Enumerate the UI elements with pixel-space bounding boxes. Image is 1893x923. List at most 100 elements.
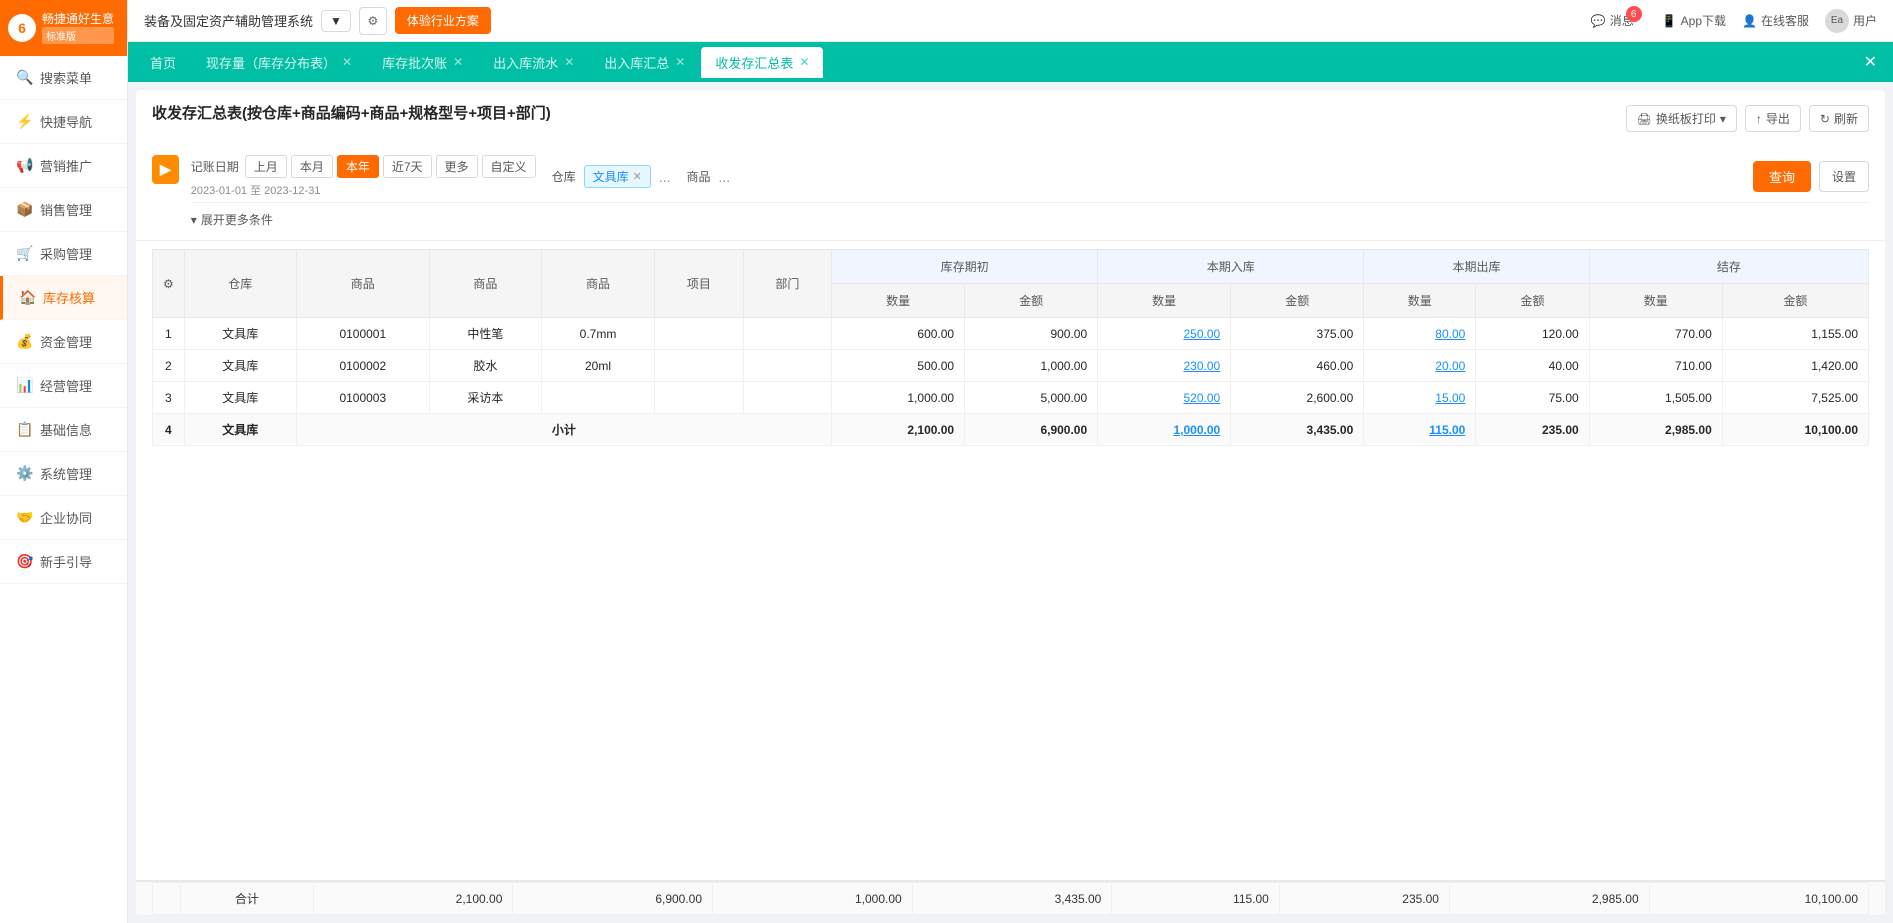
sidebar-item-label: 企业协同 (40, 508, 92, 527)
goods-filter: 商品 ... (686, 168, 730, 185)
total-closing-amt: 10,100.00 (1649, 883, 1868, 915)
table-row: 3 文具库 0100003 采访本 1,000.00 5,000.00 520.… (153, 382, 1869, 414)
page-container: 收发存汇总表(按仓库+商品编码+商品+规格型号+项目+部门) 🖨 换纸板打印 ▾… (136, 90, 1885, 915)
settings-button[interactable]: ⚙ (359, 7, 387, 35)
chevron-down-icon: ▾ (191, 213, 197, 227)
sidebar-item-system[interactable]: ⚙️ 系统管理 (0, 452, 127, 496)
total-out-amt: 235.00 (1279, 883, 1449, 915)
user-profile[interactable]: Ea 用户 (1825, 9, 1877, 33)
col-settings-header[interactable]: ⚙ (153, 250, 185, 318)
print-icon: 🖨 (1637, 112, 1652, 126)
tab-recv-send-summary[interactable]: 收发存汇总表 ✕ (701, 47, 823, 78)
sidebar-item-label: 营销推广 (40, 156, 92, 175)
tab-close-icon[interactable]: ✕ (453, 55, 463, 69)
tab-close-icon[interactable]: ✕ (675, 55, 685, 69)
tab-close-icon[interactable]: ✕ (342, 55, 352, 69)
refresh-button[interactable]: ↻ 刷新 (1809, 105, 1869, 132)
col-goodsspec-header: 商品 (541, 250, 654, 318)
collapse-button[interactable]: ▶ (152, 155, 179, 184)
sidebar-item-cooperation[interactable]: 🤝 企业协同 (0, 496, 127, 540)
total-opening-amt: 6,900.00 (513, 883, 713, 915)
sidebar-item-newbie[interactable]: 🎯 新手引导 (0, 540, 127, 584)
tab-close-icon[interactable]: ✕ (799, 55, 809, 69)
col-goodscode-header: 商品 (296, 250, 429, 318)
date-btn-more[interactable]: 更多 (436, 155, 478, 178)
warehouse-tag-close[interactable]: ✕ (633, 170, 642, 183)
print-button[interactable]: 🖨 换纸板打印 ▾ (1626, 105, 1737, 132)
date-btn-7days[interactable]: 近7天 (383, 155, 432, 178)
experience-button[interactable]: 体验行业方案 (395, 7, 491, 34)
col-in-header: 本期入库 (1098, 250, 1364, 284)
tab-home[interactable]: 首页 (136, 47, 190, 78)
col-out-qty-header: 数量 (1364, 284, 1476, 318)
tab-close-icon[interactable]: ✕ (564, 55, 574, 69)
warehouse-label: 仓库 (552, 168, 576, 185)
tab-inout-flow[interactable]: 出入库流水 ✕ (479, 47, 588, 78)
sidebar-item-label: 新手引导 (40, 552, 92, 571)
tab-batch-account[interactable]: 库存批次账 ✕ (368, 47, 477, 78)
col-closing-header: 结存 (1589, 250, 1868, 284)
page-content: 收发存汇总表(按仓库+商品编码+商品+规格型号+项目+部门) 🖨 换纸板打印 ▾… (136, 90, 1885, 915)
goods-ellipsis[interactable]: ... (719, 169, 731, 185)
sidebar-logo: 6 畅捷通好生意 标准版 (0, 0, 127, 56)
subtotal-row: 4 文具库 小计 2,100.00 6,900.00 1,000.00 3,43… (153, 414, 1869, 446)
col-opening-qty-header: 数量 (832, 284, 965, 318)
sidebar-item-inventory[interactable]: 🏠 库存核算 (0, 276, 127, 320)
expand-more-button[interactable]: ▾ 展开更多条件 (191, 202, 1869, 228)
table-row: 2 文具库 0100002 胶水 20ml 500.00 1,000.00 23… (153, 350, 1869, 382)
query-button[interactable]: 查询 (1753, 161, 1811, 192)
sidebar-item-finance[interactable]: 💰 资金管理 (0, 320, 127, 364)
operations-icon: 📊 (16, 377, 32, 394)
sidebar-item-label: 采购管理 (40, 244, 92, 263)
total-in-amt: 3,435.00 (912, 883, 1112, 915)
tab-bar: 首页 现存量（库存分布表） ✕ 库存批次账 ✕ 出入库流水 ✕ 出入库汇总 ✕ … (128, 42, 1893, 82)
sidebar-item-purchase[interactable]: 🛒 采购管理 (0, 232, 127, 276)
warehouse-ellipsis[interactable]: ... (659, 169, 671, 185)
sidebar-item-marketing[interactable]: 📢 营销推广 (0, 144, 127, 188)
table-row: 1 文具库 0100001 中性笔 0.7mm 600.00 900.00 25… (153, 318, 1869, 350)
avatar: Ea (1825, 9, 1849, 33)
sidebar-item-search[interactable]: 🔍 搜索菜单 (0, 56, 127, 100)
tab-bar-close-icon[interactable]: ✕ (1856, 52, 1885, 72)
col-goodsname-header: 商品 (429, 250, 541, 318)
total-opening-qty: 2,100.00 (313, 883, 513, 915)
quick-nav-icon: ⚡ (16, 113, 32, 130)
col-out-header: 本期出库 (1364, 250, 1589, 284)
warehouse-tag[interactable]: 文具库 ✕ (584, 165, 651, 188)
footer-table: 合计 2,100.00 6,900.00 1,000.00 3,435.00 1… (152, 882, 1869, 915)
search-icon: 🔍 (16, 69, 32, 86)
sidebar-item-label: 搜索菜单 (40, 68, 92, 87)
sidebar-item-basic[interactable]: 📋 基础信息 (0, 408, 127, 452)
basic-icon: 📋 (16, 421, 32, 438)
sidebar-item-label: 经营管理 (40, 376, 92, 395)
sidebar-item-operations[interactable]: 📊 经营管理 (0, 364, 127, 408)
marketing-icon: 📢 (16, 157, 32, 174)
sidebar-item-label: 资金管理 (40, 332, 92, 351)
tab-stock-dist[interactable]: 现存量（库存分布表） ✕ (192, 47, 366, 78)
date-btn-custom[interactable]: 自定义 (482, 155, 536, 178)
setting-button[interactable]: 设置 (1819, 161, 1869, 192)
refresh-icon: ↻ (1820, 112, 1830, 126)
app-download[interactable]: 📱 App下载 (1662, 12, 1726, 29)
sidebar-item-label: 快捷导航 (40, 112, 92, 131)
sidebar-item-quick-nav[interactable]: ⚡ 快捷导航 (0, 100, 127, 144)
online-service[interactable]: 👤 在线客服 (1742, 12, 1809, 29)
tab-inout-summary[interactable]: 出入库汇总 ✕ (590, 47, 699, 78)
sidebar-item-sales[interactable]: 📦 销售管理 (0, 188, 127, 232)
date-btn-last-month[interactable]: 上月 (245, 155, 287, 178)
message-icon: 💬 (1591, 14, 1606, 28)
col-out-amt-header: 金额 (1476, 284, 1589, 318)
logo-badge: 标准版 (42, 27, 114, 44)
col-warehouse-header: 仓库 (184, 250, 296, 318)
page-title: 收发存汇总表(按仓库+商品编码+商品+规格型号+项目+部门) (152, 102, 551, 123)
date-btn-this-year[interactable]: 本年 (337, 155, 379, 178)
sidebar-item-label: 基础信息 (40, 420, 92, 439)
system-selector[interactable]: ▼ (321, 10, 351, 32)
date-label: 记账日期 (191, 158, 239, 175)
purchase-icon: 🛒 (16, 245, 32, 262)
export-button[interactable]: ↑ 导出 (1745, 105, 1801, 132)
date-btn-this-month[interactable]: 本月 (291, 155, 333, 178)
notification-item[interactable]: 💬 消息 6 (1591, 12, 1634, 29)
col-in-qty-header: 数量 (1098, 284, 1231, 318)
data-table: ⚙ 仓库 商品 商品 商品 项目 部门 库存期初 本期入库 本期出库 结存 (152, 249, 1869, 446)
